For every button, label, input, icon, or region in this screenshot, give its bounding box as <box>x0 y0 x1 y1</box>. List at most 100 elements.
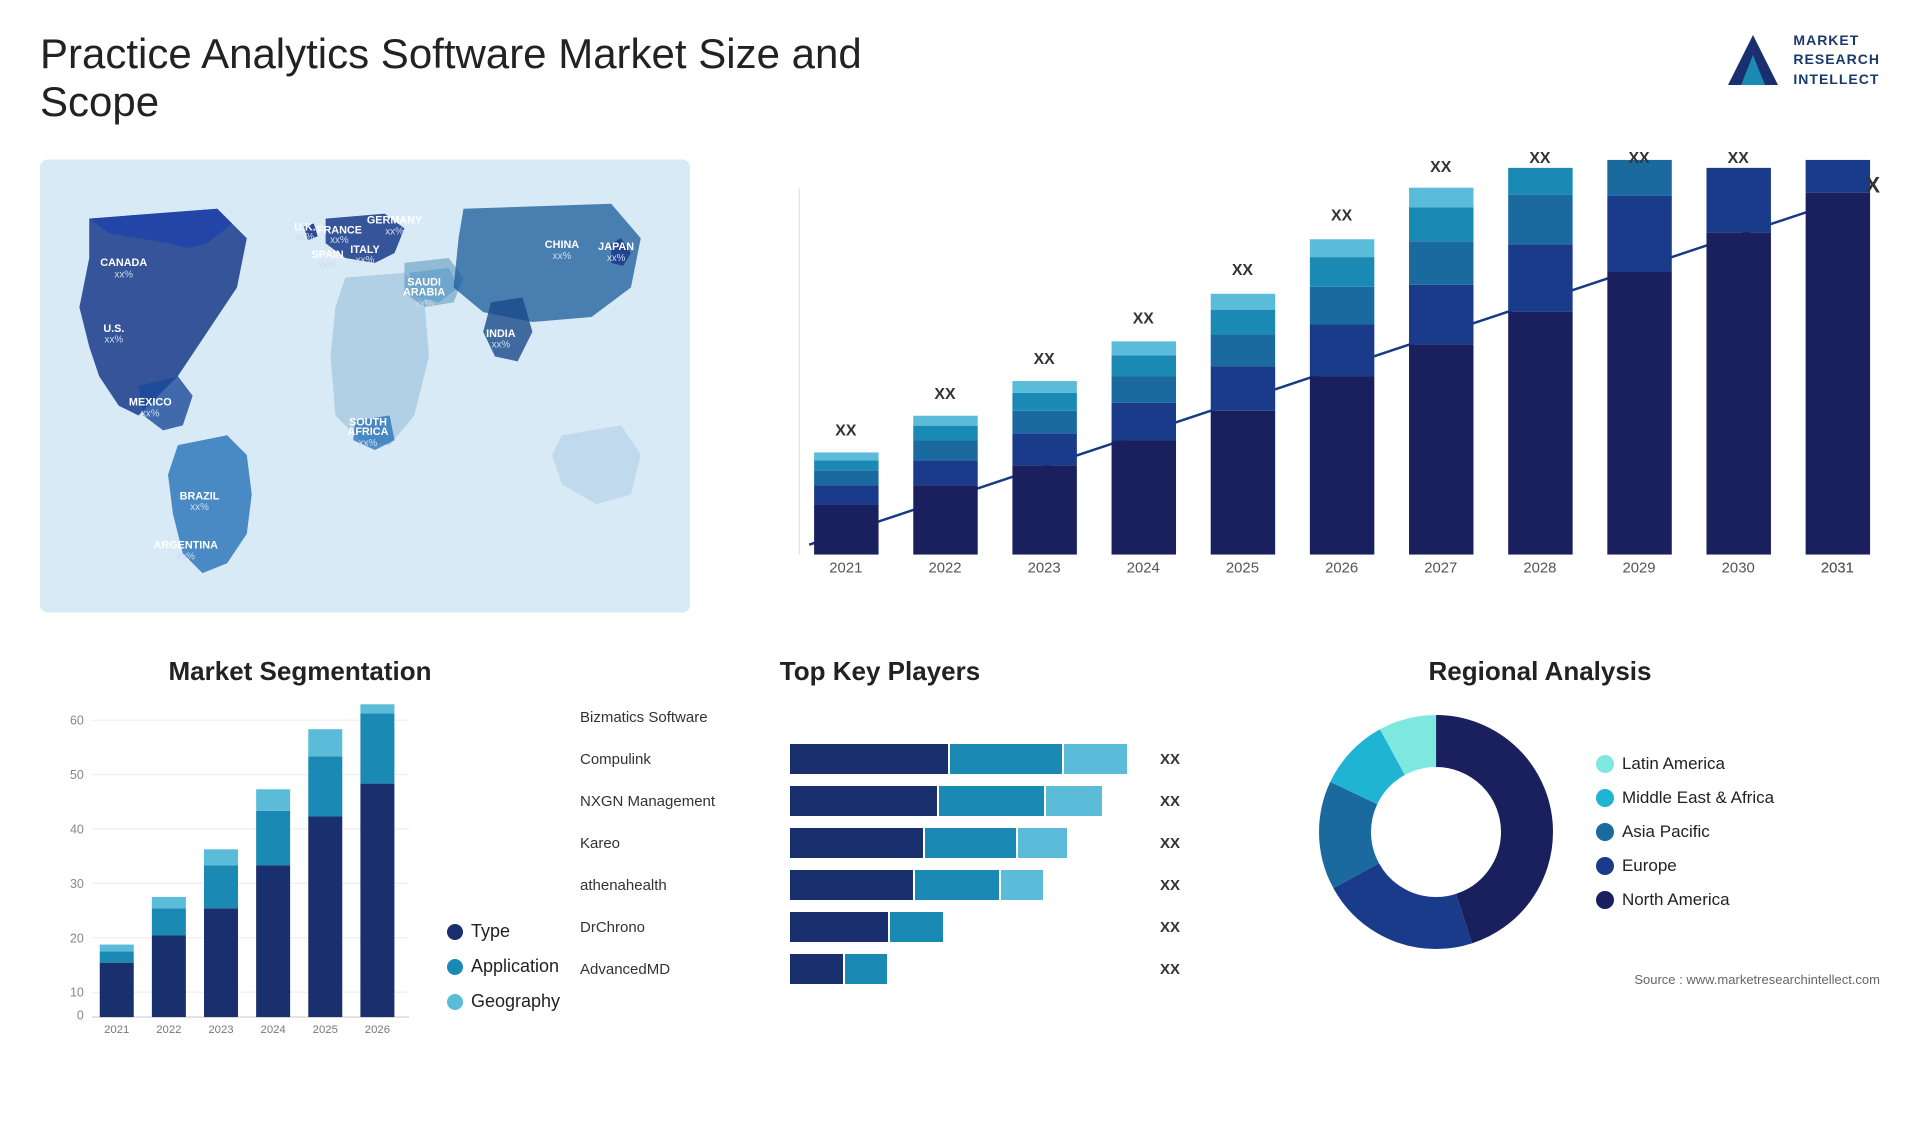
player-xx: XX <box>1150 835 1180 852</box>
player-row: DrChrono XX <box>580 912 1180 942</box>
svg-text:XX: XX <box>1331 207 1353 224</box>
regional-legend: Latin America Middle East & Africa Asia … <box>1596 754 1774 910</box>
svg-text:2029: 2029 <box>1623 560 1656 576</box>
svg-text:xx%: xx% <box>190 502 209 513</box>
seg-chart: 60 50 40 30 20 10 0 <box>40 702 560 1042</box>
svg-text:INDIA: INDIA <box>486 328 516 340</box>
svg-text:2022: 2022 <box>156 1024 181 1036</box>
player-name: athenahealth <box>580 877 780 894</box>
bar-chart-svg: XX 2021 XX 2022 XX 2023 XX 20 <box>710 146 1880 626</box>
north-america-dot <box>1596 891 1614 909</box>
player-name: Compulink <box>580 751 780 768</box>
bar-segment <box>925 828 1016 858</box>
svg-text:ARABIA: ARABIA <box>403 286 445 298</box>
legend-geography: Geography <box>447 991 560 1012</box>
svg-text:BRAZIL: BRAZIL <box>180 490 220 502</box>
player-xx: XX <box>1150 793 1180 810</box>
svg-text:2022: 2022 <box>928 560 961 576</box>
bar-segment <box>890 912 943 942</box>
seg-svg: 60 50 40 30 20 10 0 <box>40 702 427 1042</box>
svg-text:CHINA: CHINA <box>545 239 579 251</box>
player-bars <box>790 702 1140 732</box>
svg-text:2026: 2026 <box>1325 560 1358 576</box>
svg-text:2025: 2025 <box>313 1024 338 1036</box>
bar-segment <box>1001 870 1043 900</box>
svg-text:xx%: xx% <box>176 551 195 562</box>
svg-text:2021: 2021 <box>829 560 862 576</box>
svg-text:2027: 2027 <box>1424 560 1457 576</box>
svg-text:XX: XX <box>1034 351 1056 368</box>
geography-dot <box>447 994 463 1010</box>
logo-text: MARKET RESEARCH INTELLECT <box>1793 31 1880 90</box>
svg-text:MEXICO: MEXICO <box>129 397 172 409</box>
svg-text:2023: 2023 <box>208 1024 233 1036</box>
svg-text:XX: XX <box>1232 262 1254 279</box>
regional-section: Regional Analysis Lati <box>1200 656 1880 1076</box>
latin-america-dot <box>1596 755 1614 773</box>
player-xx: XX <box>1150 961 1180 978</box>
page-header: Practice Analytics Software Market Size … <box>40 30 1880 126</box>
player-row: Kareo XX <box>580 828 1180 858</box>
bottom-section: Market Segmentation 60 50 40 30 20 10 0 <box>40 656 1880 1076</box>
svg-text:2028: 2028 <box>1523 560 1556 576</box>
svg-text:xx%: xx% <box>114 270 133 281</box>
svg-text:60: 60 <box>70 714 84 728</box>
svg-text:2031: 2031 <box>1821 560 1854 576</box>
player-name: Kareo <box>580 835 780 852</box>
bar-segment <box>790 912 888 942</box>
svg-text:0: 0 <box>77 1008 84 1022</box>
bar-segment <box>790 744 948 774</box>
svg-text:xx%: xx% <box>105 335 124 346</box>
bar-segment <box>790 786 937 816</box>
top-section: CANADA xx% U.S. xx% MEXICO xx% BRAZIL xx… <box>40 146 1880 626</box>
application-dot <box>447 959 463 975</box>
svg-text:XX: XX <box>1529 150 1551 167</box>
asia-pacific-dot <box>1596 823 1614 841</box>
svg-text:xx%: xx% <box>296 232 315 243</box>
logo: MARKET RESEARCH INTELLECT <box>1723 30 1880 90</box>
svg-text:xx%: xx% <box>385 226 404 237</box>
svg-text:40: 40 <box>70 822 84 836</box>
svg-text:10: 10 <box>70 986 84 1000</box>
player-xx: XX <box>1150 751 1180 768</box>
svg-text:2025: 2025 <box>1226 560 1259 576</box>
segmentation-title: Market Segmentation <box>40 656 560 687</box>
seg-legend: Type Application Geography <box>447 921 560 1042</box>
svg-text:2026: 2026 <box>365 1024 390 1036</box>
svg-text:XX: XX <box>934 386 956 403</box>
player-row: AdvancedMD XX <box>580 954 1180 984</box>
svg-text:xx%: xx% <box>141 409 160 420</box>
key-players-section: Top Key Players Bizmatics Software Compu… <box>580 656 1180 1076</box>
svg-text:2030: 2030 <box>1722 560 1755 576</box>
bar-segment <box>845 954 887 984</box>
svg-text:XX: XX <box>1133 311 1155 328</box>
player-xx: XX <box>1150 919 1180 936</box>
svg-text:XX: XX <box>1628 150 1650 167</box>
svg-text:GERMANY: GERMANY <box>367 215 423 227</box>
player-bars <box>790 912 1140 942</box>
svg-text:xx%: xx% <box>359 438 378 449</box>
world-map: CANADA xx% U.S. xx% MEXICO xx% BRAZIL xx… <box>40 146 690 626</box>
svg-text:xx%: xx% <box>492 340 511 351</box>
svg-text:U.S.: U.S. <box>103 323 124 335</box>
svg-text:50: 50 <box>70 768 84 782</box>
player-name: AdvancedMD <box>580 961 780 978</box>
svg-text:xx%: xx% <box>607 253 626 264</box>
svg-text:30: 30 <box>70 877 84 891</box>
svg-text:XX: XX <box>835 423 857 440</box>
bar-segment <box>1064 744 1127 774</box>
svg-text:2024: 2024 <box>261 1024 286 1036</box>
bar-segment <box>939 786 1044 816</box>
player-bars <box>790 744 1140 774</box>
player-bars <box>790 870 1140 900</box>
bar-segment <box>950 744 1062 774</box>
player-row: Compulink XX <box>580 744 1180 774</box>
player-bars <box>790 786 1140 816</box>
legend-north-america: North America <box>1596 890 1774 910</box>
page-title: Practice Analytics Software Market Size … <box>40 30 940 126</box>
bar-segment <box>790 828 923 858</box>
player-xx: XX <box>1150 877 1180 894</box>
legend-europe: Europe <box>1596 856 1774 876</box>
svg-text:2024: 2024 <box>1127 560 1160 576</box>
key-players-title: Top Key Players <box>580 656 1180 687</box>
